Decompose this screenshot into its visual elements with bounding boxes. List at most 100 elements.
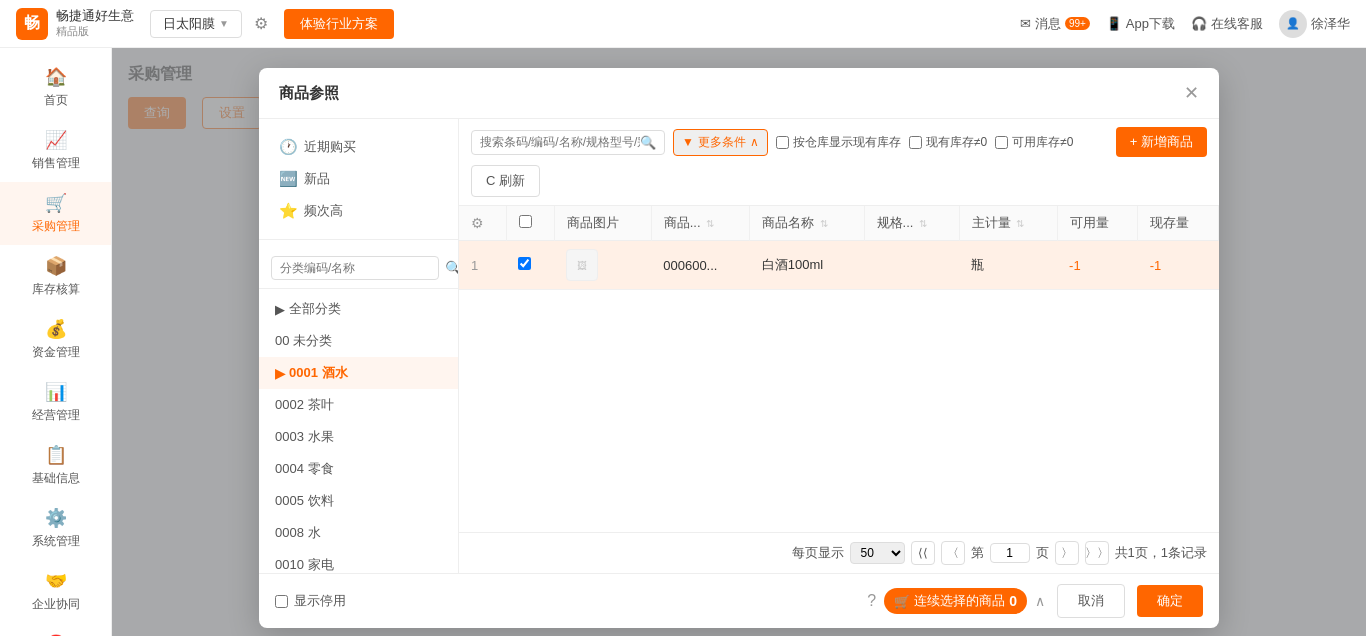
product-reference-dialog: 商品参照 ✕ 🕐 近期购买 (259, 68, 1219, 628)
online-service-button[interactable]: 🎧 在线客服 (1191, 15, 1263, 33)
row-name: 白酒100ml (750, 241, 864, 290)
gear-icon[interactable]: ⚙ (250, 10, 272, 37)
select-all-checkbox[interactable] (519, 215, 532, 228)
category-all[interactable]: ▶ 全部分类 (259, 293, 458, 325)
sidebar-label-purchase: 采购管理 (32, 218, 80, 235)
page-number-input[interactable] (990, 543, 1030, 563)
col-spec[interactable]: 规格... ⇅ (864, 206, 959, 241)
category-liquor[interactable]: ▶ 0001 酒水 (259, 357, 458, 389)
sidebar-item-enterprise[interactable]: 🤝 企业协同 (0, 560, 111, 623)
sidebar-item-sales[interactable]: 📈 销售管理 (0, 119, 111, 182)
show-disabled-check[interactable]: 显示停用 (275, 592, 346, 610)
quick-filter-section: 🕐 近期购买 🆕 新品 ⭐ 频次高 (259, 119, 458, 240)
page-size-select[interactable]: 50 10 20 100 (850, 542, 905, 564)
col-name[interactable]: 商品名称 ⇅ (750, 206, 864, 241)
category-uncategorized[interactable]: 00 未分类 (259, 325, 458, 357)
message-icon: ✉ (1020, 16, 1031, 31)
product-image: 🖼 (566, 249, 598, 281)
user-menu[interactable]: 👤 徐泽华 (1279, 10, 1350, 38)
message-badge: 99+ (1065, 17, 1090, 30)
logo-area: 畅 畅捷通好生意 精品版 (16, 8, 134, 40)
stock-not-zero-check[interactable]: 现有库存≠0 (909, 134, 987, 151)
row-code: 000600... (651, 241, 750, 290)
sidebar-item-operations[interactable]: 📊 经营管理 (0, 371, 111, 434)
chevron-up-icon: ∧ (750, 135, 759, 149)
user-name: 徐泽华 (1311, 15, 1350, 33)
sidebar-item-finance[interactable]: 💰 资金管理 (0, 308, 111, 371)
finance-icon: 💰 (45, 318, 67, 340)
cart-button[interactable]: 🛒 连续选择的商品 0 (884, 588, 1027, 614)
row-available: -1 (1057, 241, 1138, 290)
more-filters-button[interactable]: ▼ 更多条件 ∧ (673, 129, 768, 156)
search-toolbar: 🔍 ▼ 更多条件 ∧ 按仓库显示现有库存 (459, 119, 1219, 206)
new-icon: 🆕 (279, 170, 298, 188)
sort-icon-unit: ⇅ (1016, 218, 1024, 229)
trial-button[interactable]: 体验行业方案 (284, 9, 394, 39)
quick-item-frequent-label: 频次高 (304, 202, 343, 220)
category-search-input[interactable] (271, 256, 439, 280)
next-page-button[interactable]: 〉 (1055, 541, 1079, 565)
sort-icon: ⇅ (706, 218, 714, 229)
sidebar-item-inventory[interactable]: 📦 库存核算 (0, 245, 111, 308)
confirm-button[interactable]: 确定 (1137, 585, 1203, 617)
row-select-checkbox[interactable] (518, 257, 531, 270)
col-gear: ⚙ (459, 206, 506, 241)
app-download-button[interactable]: 📱 App下载 (1106, 15, 1175, 33)
category-beverage[interactable]: 0005 饮料 (259, 485, 458, 517)
messages-button[interactable]: ✉ 消息 99+ (1020, 15, 1090, 33)
dialog-body: 🕐 近期购买 🆕 新品 ⭐ 频次高 (259, 119, 1219, 573)
settings-icon: ⚙ (471, 215, 484, 231)
sidebar-item-guide[interactable]: 🎯 新手引导 (0, 623, 111, 636)
col-unit[interactable]: 主计量 ⇅ (959, 206, 1057, 241)
dialog-close-button[interactable]: ✕ (1184, 82, 1199, 104)
category-tea[interactable]: 0002 茶叶 (259, 389, 458, 421)
row-unit: 瓶 (959, 241, 1057, 290)
frequent-icon: ⭐ (279, 202, 298, 220)
sidebar-label-basic-info: 基础信息 (32, 470, 80, 487)
sidebar-item-system[interactable]: ⚙️ 系统管理 (0, 497, 111, 560)
chevron-down-icon: ▼ (219, 18, 229, 29)
sidebar: 🏠 首页 📈 销售管理 🛒 采购管理 📦 库存核算 💰 资金管理 📊 经营管理 … (0, 48, 112, 636)
prev-page-button[interactable]: 〈 (941, 541, 965, 565)
col-checkbox (506, 206, 554, 241)
sidebar-item-purchase[interactable]: 🛒 采购管理 (0, 182, 111, 245)
category-search-icon[interactable]: 🔍 (445, 260, 459, 276)
sidebar-label-home: 首页 (44, 92, 68, 109)
quick-item-frequent[interactable]: ⭐ 频次高 (267, 195, 450, 227)
last-page-button[interactable]: 〉〉 (1085, 541, 1109, 565)
quick-item-new[interactable]: 🆕 新品 (267, 163, 450, 195)
col-stock: 现存量 (1138, 206, 1219, 241)
category-appliance[interactable]: 0010 家电 (259, 549, 458, 573)
quick-item-recent[interactable]: 🕐 近期购买 (267, 131, 450, 163)
add-product-button[interactable]: + 新增商品 (1116, 127, 1207, 157)
operations-icon: 📊 (45, 381, 67, 403)
collapse-icon[interactable]: ∧ (1035, 593, 1045, 609)
row-stock: -1 (1138, 241, 1219, 290)
usable-not-zero-check[interactable]: 可用库存≠0 (995, 134, 1073, 151)
warehouse-display-check[interactable]: 按仓库显示现有库存 (776, 134, 901, 151)
page-unit: 页 (1036, 544, 1049, 562)
category-water[interactable]: 0008 水 (259, 517, 458, 549)
col-code[interactable]: 商品... ⇅ (651, 206, 750, 241)
product-search-input[interactable] (480, 135, 640, 149)
category-snack[interactable]: 0004 零食 (259, 453, 458, 485)
sidebar-item-basic-info[interactable]: 📋 基础信息 (0, 434, 111, 497)
cancel-button[interactable]: 取消 (1057, 584, 1125, 618)
sidebar-label-enterprise: 企业协同 (32, 596, 80, 613)
table-row[interactable]: 1 🖼 000600... 白酒100ml (459, 241, 1219, 290)
cart-label: 连续选择的商品 (914, 592, 1005, 610)
avatar: 👤 (1279, 10, 1307, 38)
row-checkbox (506, 241, 554, 290)
home-icon: 🏠 (45, 66, 67, 88)
content-area: 采购管理 查询 设置 商品参照 ✕ (112, 48, 1366, 636)
help-icon[interactable]: ? (867, 592, 876, 610)
category-fruit[interactable]: 0003 水果 (259, 421, 458, 453)
store-selector[interactable]: 日太阳膜 ▼ (150, 10, 242, 38)
sidebar-item-home[interactable]: 🏠 首页 (0, 56, 111, 119)
first-page-button[interactable]: ⟨⟨ (911, 541, 935, 565)
pagination: 每页显示 50 10 20 100 ⟨⟨ 〈 第 页 (459, 532, 1219, 573)
refresh-button[interactable]: C 刷新 (471, 165, 540, 197)
row-img-cell: 🖼 (554, 241, 651, 290)
nav-right: ✉ 消息 99+ 📱 App下载 🎧 在线客服 👤 徐泽华 (1020, 10, 1350, 38)
logo-icon: 畅 (16, 8, 48, 40)
